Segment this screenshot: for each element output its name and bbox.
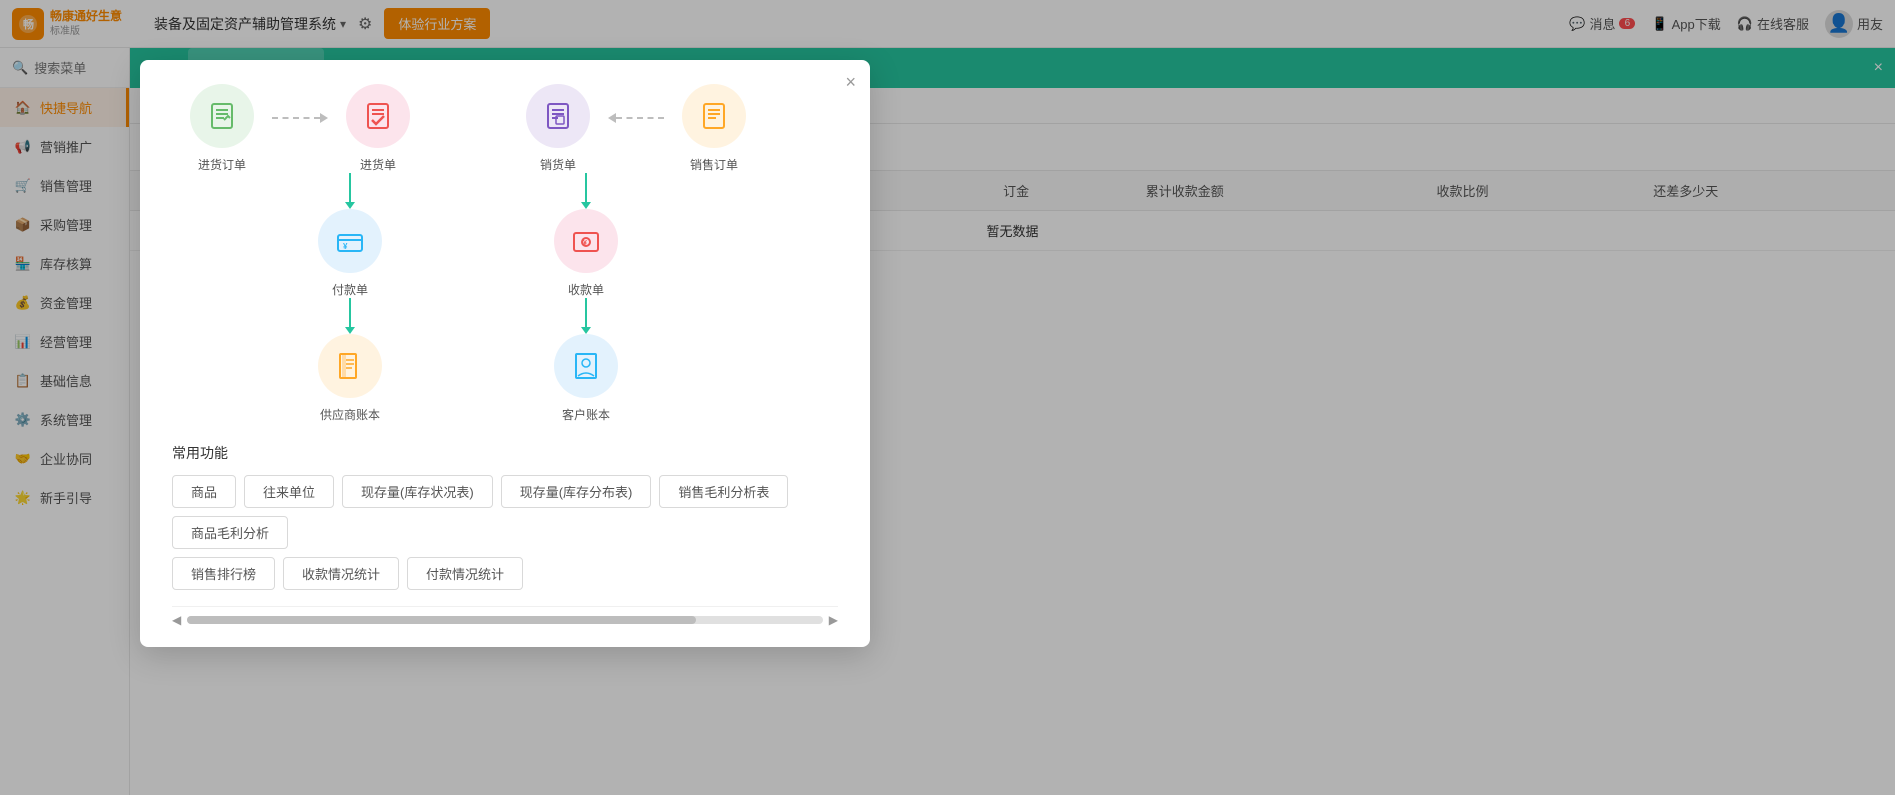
flow-node-purchase-order[interactable]: 进货订单 — [172, 84, 272, 173]
common-func-area: 常用功能 商品 往来单位 现存量(库存状况表) 现存量(库存分布表) 销售毛利分… — [172, 443, 838, 590]
flow-arrow-down-payment — [345, 298, 355, 334]
purchase-order-circle — [190, 84, 254, 148]
customer-ledger-circle — [554, 334, 618, 398]
flow-arrow-3-2 — [608, 113, 664, 145]
flow-node-sales-order[interactable]: 销售订单 — [664, 84, 764, 173]
func-btn-goods[interactable]: 商品 — [172, 475, 236, 508]
func-btn-goods-gross[interactable]: 商品毛利分析 — [172, 516, 288, 549]
flow-node-receipt[interactable]: ¥ 收款单 — [536, 209, 636, 298]
modal-box: × — [140, 60, 870, 647]
supplier-ledger-circle — [318, 334, 382, 398]
sales-receipt-circle — [526, 84, 590, 148]
payment-circle: ¥ — [318, 209, 382, 273]
content-area: 首页 销售订单执行表 × × ❓ 帮助 — [130, 48, 1895, 795]
flow-row1: 进货订单 — [172, 84, 428, 173]
func-btn-sales-gross[interactable]: 销售毛利分析表 — [659, 475, 788, 508]
scroll-right-btn[interactable]: ▶ — [829, 613, 838, 627]
flow-diagram: 进货订单 — [172, 84, 838, 423]
func-btn-row-1: 商品 往来单位 现存量(库存状况表) 现存量(库存分布表) 销售毛利分析表 商品… — [172, 475, 838, 549]
main-area: 🔍 搜索菜单 🏠 快捷导航 📢 营销推广 🛒 销售管理 📦 采购管理 🏪 — [0, 48, 1895, 795]
flow-arrow-down-sales-receipt — [581, 173, 591, 209]
func-btn-contacts[interactable]: 往来单位 — [244, 475, 334, 508]
flow-arrow-down-receipt — [581, 298, 591, 334]
modal-scrollbar: ◀ ▶ — [172, 606, 838, 627]
svg-text:¥: ¥ — [583, 240, 587, 247]
flow-node-sales-receipt[interactable]: 销货单 — [508, 84, 608, 173]
sales-order-circle — [682, 84, 746, 148]
scroll-left-btn[interactable]: ◀ — [172, 613, 181, 627]
func-btn-payment-stats[interactable]: 付款情况统计 — [407, 557, 523, 590]
flow-arrow-0-1 — [272, 113, 328, 145]
flow-node-payment[interactable]: ¥ 付款单 — [300, 209, 400, 298]
flow-node-purchase-receipt[interactable]: 进货单 — [328, 84, 428, 173]
purchase-receipt-circle — [346, 84, 410, 148]
flow-node-supplier-ledger[interactable]: 供应商账本 — [300, 334, 400, 423]
modal-overlay: × — [130, 48, 1895, 795]
receipt-circle: ¥ — [554, 209, 618, 273]
func-btn-stock-status[interactable]: 现存量(库存状况表) — [342, 475, 493, 508]
app-wrapper: 畅 畅康通好生意 标准版 装备及固定资产辅助管理系统 ▾ ⚙ 体验行业方案 💬 … — [0, 0, 1895, 795]
svg-text:¥: ¥ — [343, 242, 348, 251]
flow-row1-right: 销货单 — [508, 84, 764, 173]
modal-close-btn[interactable]: × — [845, 72, 856, 93]
func-btn-stock-dist[interactable]: 现存量(库存分布表) — [501, 475, 652, 508]
scroll-track[interactable] — [187, 616, 823, 624]
func-btn-sales-rank[interactable]: 销售排行榜 — [172, 557, 275, 590]
func-btn-receipt-stats[interactable]: 收款情况统计 — [283, 557, 399, 590]
common-func-title: 常用功能 — [172, 443, 838, 463]
flow-right-col: 销货单 — [508, 84, 764, 423]
flow-node-customer-ledger[interactable]: 客户账本 — [536, 334, 636, 423]
func-btn-row-2: 销售排行榜 收款情况统计 付款情况统计 — [172, 557, 838, 590]
scroll-thumb — [187, 616, 695, 624]
flow-left-col: 进货订单 — [172, 84, 428, 423]
flow-arrow-down-1 — [345, 173, 355, 209]
